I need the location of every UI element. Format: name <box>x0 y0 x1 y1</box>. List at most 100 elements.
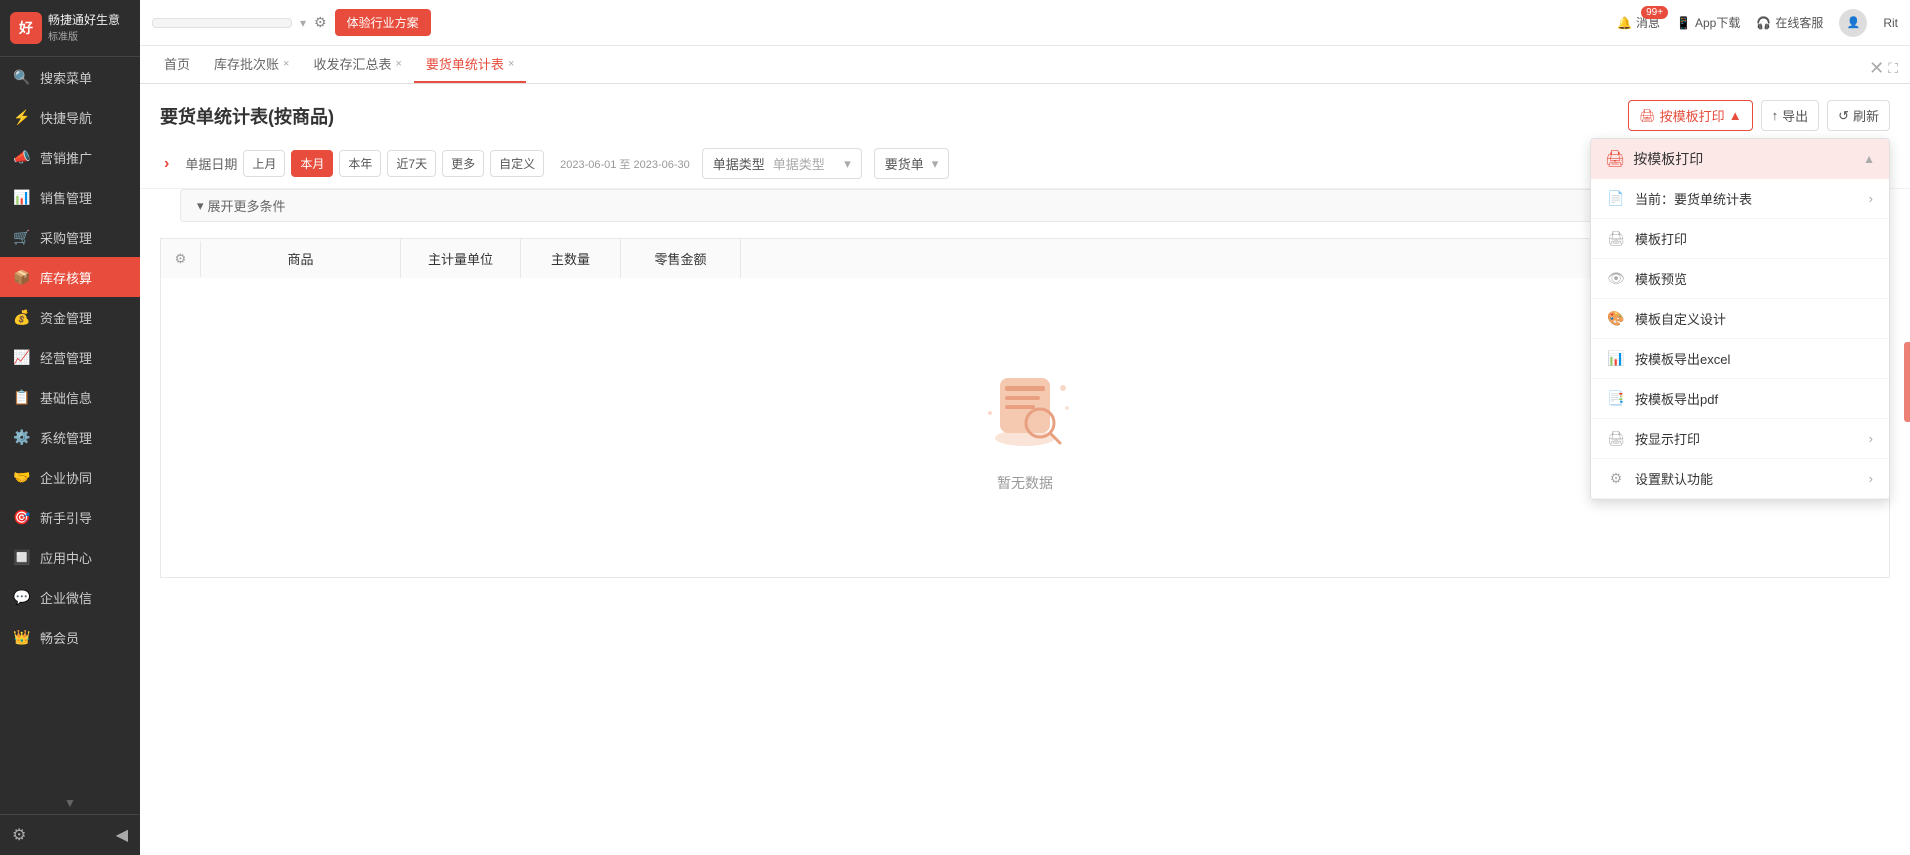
guide-icon: 🎯 <box>12 507 32 527</box>
sidebar-item-basic[interactable]: 📋 基础信息 <box>0 377 140 417</box>
tab-receivable-close[interactable]: × <box>395 58 401 70</box>
tab-requisition-close[interactable]: × <box>508 58 514 70</box>
sidebar-item-sales[interactable]: 📊 销售管理 <box>0 177 140 217</box>
sidebar-item-label: 经营管理 <box>40 348 92 367</box>
col-goods-label: 商品 <box>287 252 313 267</box>
dropdown-template-print[interactable]: 🖨 模板打印 <box>1591 219 1889 259</box>
sidebar-item-guide[interactable]: 🎯 新手引导 <box>0 497 140 537</box>
tab-expand-icon[interactable]: ⛶ <box>1888 60 1898 77</box>
refresh-button[interactable]: ↺ 刷新 <box>1827 100 1890 131</box>
collab-icon: 🤝 <box>12 467 32 487</box>
tab-inventory-batch[interactable]: 库存批次账 × <box>202 46 301 83</box>
tab-close-all-icon[interactable]: ✕ <box>1869 58 1884 79</box>
logo-text-block: 畅捷通好生意 标准版 <box>48 13 120 44</box>
phone-icon: 📱 <box>1676 16 1691 30</box>
tab-receivable-label: 收发存汇总表 <box>313 54 391 73</box>
sidebar-item-purchase[interactable]: 🛒 采购管理 <box>0 217 140 257</box>
chevron-up-icon: ▲ <box>1729 108 1742 123</box>
sidebar-item-member[interactable]: 👑 畅会员 <box>0 617 140 657</box>
tab-requisition-stats[interactable]: 要货单统计表 × <box>414 46 526 83</box>
filter-expand-icon[interactable]: › <box>160 155 173 173</box>
quicknav-icon: ⚡ <box>12 107 32 127</box>
finance-icon: 💰 <box>12 307 32 327</box>
wechat-icon: 💬 <box>12 587 32 607</box>
sidebar-item-operations[interactable]: 📈 经营管理 <box>0 337 140 377</box>
excel-icon: 📊 <box>1607 350 1625 367</box>
design-icon: 🎨 <box>1607 310 1625 327</box>
dropdown-collapse-icon[interactable]: ▲ <box>1863 152 1875 166</box>
username-label: Rit <box>1883 16 1898 30</box>
sidebar-scroll-down[interactable]: ▼ <box>64 796 76 810</box>
message-button[interactable]: 🔔 消息 99+ <box>1617 14 1660 31</box>
header-left: ▾ ⚙ 体验行业方案 <box>152 9 431 36</box>
page-title: 要货单统计表(按商品) <box>160 103 334 129</box>
resize-handle[interactable] <box>1904 342 1910 422</box>
refresh-label: 刷新 <box>1853 106 1879 125</box>
header-gear-icon[interactable]: ⚙ <box>314 14 327 31</box>
dropdown-template-preview[interactable]: 👁 模板预览 <box>1591 259 1889 299</box>
tab-home[interactable]: 首页 <box>152 46 202 83</box>
page-actions: 🖨 按模板打印 ▲ ↑ 导出 ↺ 刷新 <box>1628 100 1890 131</box>
member-icon: 👑 <box>12 627 32 647</box>
app-download-label: App下载 <box>1695 14 1740 31</box>
avatar[interactable]: 👤 <box>1839 9 1867 37</box>
filter-type-select[interactable]: 单据类型 单据类型 ▾ <box>702 148 862 179</box>
sidebar-item-finance[interactable]: 💰 资金管理 <box>0 297 140 337</box>
filter-this-month[interactable]: 本月 <box>291 150 333 177</box>
expand-chevron-icon: ▾ <box>197 198 204 214</box>
filter-more-date[interactable]: 更多 <box>442 150 484 177</box>
type-select-placeholder: 单据类型 <box>773 154 825 173</box>
dropdown-current-template[interactable]: 📄 当前：要货单统计表 › <box>1591 179 1889 219</box>
refresh-icon: ↺ <box>1838 108 1849 124</box>
sidebar-item-search[interactable]: 🔍 搜索菜单 <box>0 57 140 97</box>
dropdown-set-default-left: ⚙ 设置默认功能 <box>1607 469 1713 488</box>
sidebar-item-marketing[interactable]: 📣 营销推广 <box>0 137 140 177</box>
gear2-icon: ⚙ <box>1607 470 1625 487</box>
filter-custom-date[interactable]: 自定义 <box>490 150 544 177</box>
export-icon: ↑ <box>1772 108 1779 123</box>
sidebar-item-label: 系统管理 <box>40 428 92 447</box>
page-content: 要货单统计表(按商品) 🖨 按模板打印 ▲ ↑ 导出 ↺ 刷新 <box>140 84 1910 855</box>
settings-col-icon[interactable]: ⚙ <box>175 251 187 266</box>
filter-last-month[interactable]: 上月 <box>243 150 285 177</box>
col-qty-label: 主数量 <box>551 252 590 267</box>
sidebar-item-inventory[interactable]: 📦 库存核算 <box>0 257 140 297</box>
sidebar-logo: 好 畅捷通好生意 标准版 <box>0 0 140 57</box>
filter-this-year[interactable]: 本年 <box>339 150 381 177</box>
system-icon: ⚙️ <box>12 427 32 447</box>
export-button[interactable]: ↑ 导出 <box>1761 100 1820 131</box>
filter-date-label: 单据日期 <box>185 154 237 173</box>
sidebar-footer: ⚙ ◀ <box>0 814 140 855</box>
tab-requisition-label: 要货单统计表 <box>426 54 504 73</box>
dropdown-item-left: 📄 当前：要货单统计表 <box>1607 189 1752 208</box>
dropdown-template-design[interactable]: 🎨 模板自定义设计 <box>1591 299 1889 339</box>
tab-receivable-summary[interactable]: 收发存汇总表 × <box>301 46 413 83</box>
online-service-button[interactable]: 🎧 在线客服 <box>1756 14 1823 31</box>
sidebar-item-collab[interactable]: 🤝 企业协同 <box>0 457 140 497</box>
sidebar-item-label: 畅会员 <box>40 628 79 647</box>
dropdown-template-print-label: 模板打印 <box>1635 229 1687 248</box>
dropdown-set-default[interactable]: ⚙ 设置默认功能 › <box>1591 459 1889 499</box>
dropdown-export-pdf[interactable]: 📑 按模板导出pdf <box>1591 379 1889 419</box>
filter-yaohuodan-select[interactable]: 要货单 ▾ <box>874 148 950 179</box>
settings-icon[interactable]: ⚙ <box>12 825 26 845</box>
trial-button[interactable]: 体验行业方案 <box>335 9 431 36</box>
sidebar-item-quick-nav[interactable]: ⚡ 快捷导航 <box>0 97 140 137</box>
pdf-icon: 📑 <box>1607 390 1625 407</box>
table-col-unit: 主计量单位 <box>401 239 521 278</box>
filter-7days[interactable]: 近7天 <box>387 150 436 177</box>
sidebar-item-system[interactable]: ⚙️ 系统管理 <box>0 417 140 457</box>
dropdown-export-excel[interactable]: 📊 按模板导出excel <box>1591 339 1889 379</box>
template-print-button[interactable]: 🖨 按模板打印 ▲ <box>1628 100 1752 131</box>
tab-inventory-batch-close[interactable]: × <box>283 58 289 70</box>
header-chevron-icon[interactable]: ▾ <box>300 16 306 30</box>
collapse-icon[interactable]: ◀ <box>116 825 128 845</box>
empty-icon <box>975 358 1075 461</box>
dropdown-display-print[interactable]: 🖨 按显示打印 › <box>1591 419 1889 459</box>
sidebar-item-apps[interactable]: 🔲 应用中心 <box>0 537 140 577</box>
expand-more-label: 展开更多条件 <box>208 196 286 215</box>
main-area: ▾ ⚙ 体验行业方案 🔔 消息 99+ 📱 App下载 🎧 在线客服 👤 Rit <box>140 0 1910 855</box>
app-download-button[interactable]: 📱 App下载 <box>1676 14 1740 31</box>
inventory-icon: 📦 <box>12 267 32 287</box>
sidebar-item-wechat[interactable]: 💬 企业微信 <box>0 577 140 617</box>
